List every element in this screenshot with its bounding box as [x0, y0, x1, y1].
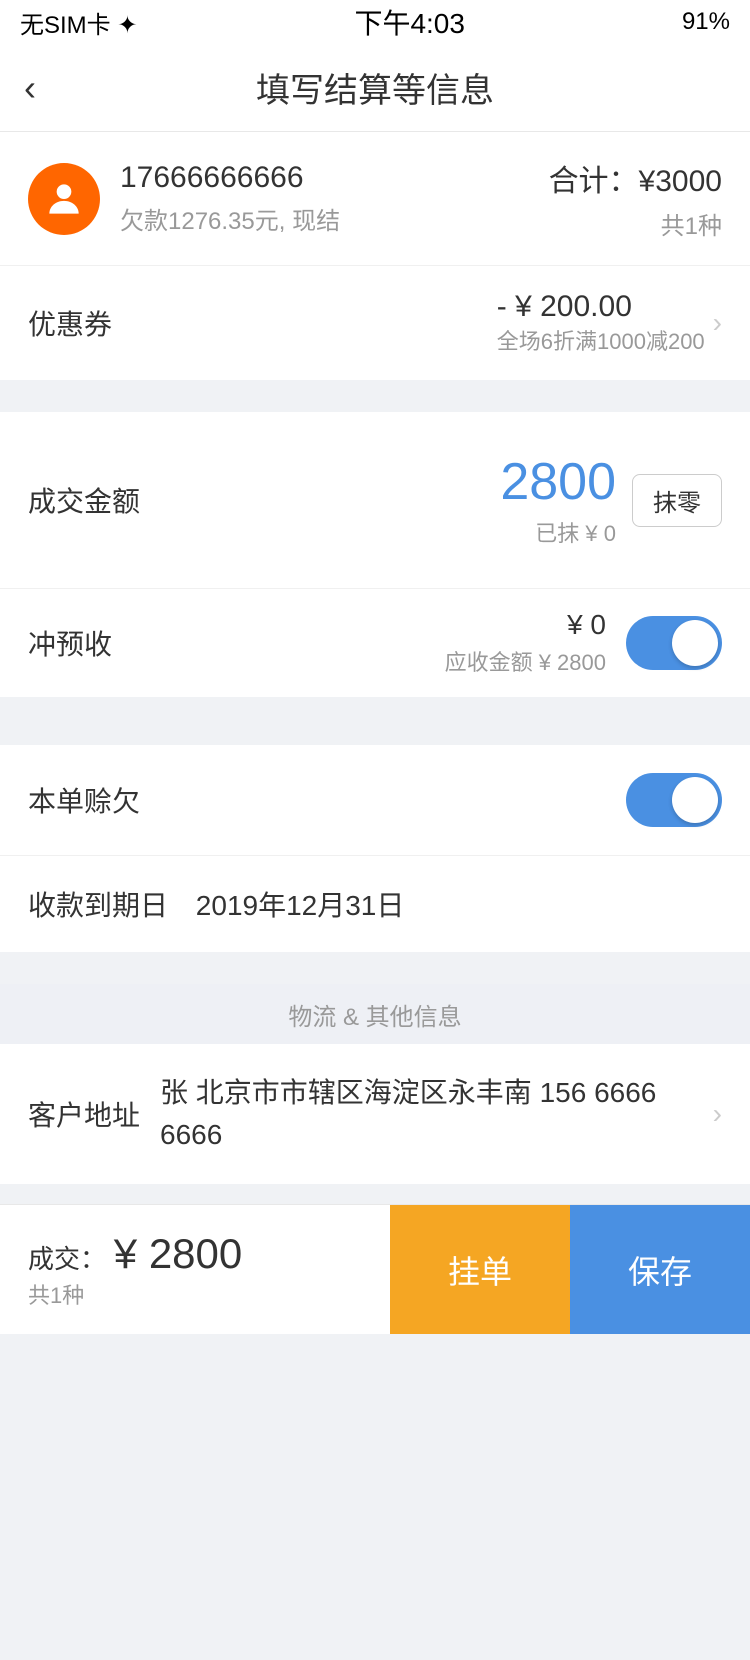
debt-toggle-knob	[672, 777, 718, 823]
prepay-sub: 应收金额 ¥ 2800	[445, 645, 606, 677]
status-time: 下午4:03	[354, 2, 465, 42]
round-button[interactable]: 抹零	[632, 474, 722, 527]
prepay-label: 冲预收	[28, 623, 112, 663]
due-date-row: 收款到期日 2019年12月31日	[0, 855, 750, 952]
hold-button[interactable]: 挂单	[390, 1205, 570, 1334]
deal-label: 成交金额	[28, 480, 140, 520]
coupon-right: - ¥ 200.00 全场6折满1000减200 ›	[497, 290, 722, 356]
prepay-row: 冲预收 ¥ 0 应收金额 ¥ 2800	[0, 588, 750, 697]
bottom-deal-label: 成交：	[28, 1244, 106, 1274]
bottom-deal-amount: ¥ 2800	[114, 1230, 242, 1277]
status-bar: 无SIM卡 ✦ 下午4:03 91%	[0, 0, 750, 44]
battery-status: 91%	[682, 8, 730, 36]
status-right: 91%	[682, 8, 730, 36]
debt-section: 本单赊欠 收款到期日 2019年12月31日	[0, 745, 750, 952]
prepay-amount: ¥ 0	[445, 609, 606, 641]
status-left: 无SIM卡 ✦	[20, 5, 137, 40]
debt-row: 本单赊欠	[0, 745, 750, 855]
logistics-divider: 物流 & 其他信息	[0, 984, 750, 1044]
address-section: 客户地址 张 北京市市辖区海淀区永丰南 156 6666 6666 ›	[0, 1044, 750, 1184]
prepay-toggle[interactable]	[626, 616, 722, 670]
toggle-knob	[672, 620, 718, 666]
section-gap-3	[0, 968, 750, 984]
total-count: 共1种	[549, 206, 722, 241]
deal-amount-row: 成交金额 2800 已抹 ¥ 0 抹零	[0, 412, 750, 588]
customer-info: 17666666666 欠款1276.35元, 现结	[120, 161, 549, 236]
section-gap-1	[0, 396, 750, 412]
bottom-summary: 成交： ¥ 2800 共1种	[0, 1205, 390, 1334]
back-button[interactable]: ‹	[24, 67, 36, 109]
address-row[interactable]: 客户地址 张 北京市市辖区海淀区永丰南 156 6666 6666 ›	[0, 1044, 750, 1184]
amount-section: 成交金额 2800 已抹 ¥ 0 抹零 冲预收 ¥ 0 应收金额 ¥ 2800	[0, 412, 750, 697]
total-amount: 合计：¥3000	[549, 156, 722, 200]
customer-phone: 17666666666	[120, 161, 549, 195]
customer-debt: 欠款1276.35元, 现结	[120, 201, 549, 236]
bottom-deal-line: 成交： ¥ 2800	[28, 1230, 362, 1278]
coupon-row[interactable]: 优惠券 - ¥ 200.00 全场6折满1000减200 ›	[0, 265, 750, 380]
save-button[interactable]: 保存	[570, 1205, 750, 1334]
customer-section: 17666666666 欠款1276.35元, 现结 合计：¥3000 共1种 …	[0, 132, 750, 380]
prepay-value-group: ¥ 0 应收金额 ¥ 2800	[445, 609, 606, 677]
address-label: 客户地址	[28, 1094, 140, 1134]
customer-total: 合计：¥3000 共1种	[549, 156, 722, 241]
divider-text: 物流 & 其他信息	[288, 997, 461, 1032]
coupon-arrow-icon: ›	[713, 307, 722, 339]
address-arrow-icon: ›	[713, 1098, 722, 1130]
due-date-label: 收款到期日	[28, 890, 168, 921]
coupon-detail: 全场6折满1000减200	[497, 324, 705, 356]
address-value: 张 北京市市辖区海淀区永丰南 156 6666 6666	[160, 1072, 713, 1156]
page-title: 填写结算等信息	[256, 63, 494, 112]
coupon-label: 优惠券	[28, 303, 112, 343]
user-icon	[42, 177, 86, 221]
debt-toggle[interactable]	[626, 773, 722, 827]
bottom-spacer	[0, 1500, 750, 1660]
deal-amount-sub: 已抹 ¥ 0	[500, 516, 616, 548]
sim-status: 无SIM卡 ✦	[20, 5, 137, 40]
avatar	[28, 163, 100, 235]
deal-value-group: 2800 已抹 ¥ 0 抹零	[500, 452, 722, 548]
debt-label: 本单赊欠	[28, 780, 140, 820]
prepay-right: ¥ 0 应收金额 ¥ 2800	[445, 609, 722, 677]
due-date-value: 2019年12月31日	[196, 890, 405, 921]
bottom-deal-count: 共1种	[28, 1278, 362, 1310]
nav-bar: ‹ 填写结算等信息	[0, 44, 750, 132]
bottom-bar: 成交： ¥ 2800 共1种 挂单 保存	[0, 1204, 750, 1334]
customer-row: 17666666666 欠款1276.35元, 现结 合计：¥3000 共1种	[0, 132, 750, 265]
section-gap-2	[0, 713, 750, 729]
deal-amount-value: 2800	[500, 452, 616, 512]
coupon-discount: - ¥ 200.00	[497, 290, 705, 324]
